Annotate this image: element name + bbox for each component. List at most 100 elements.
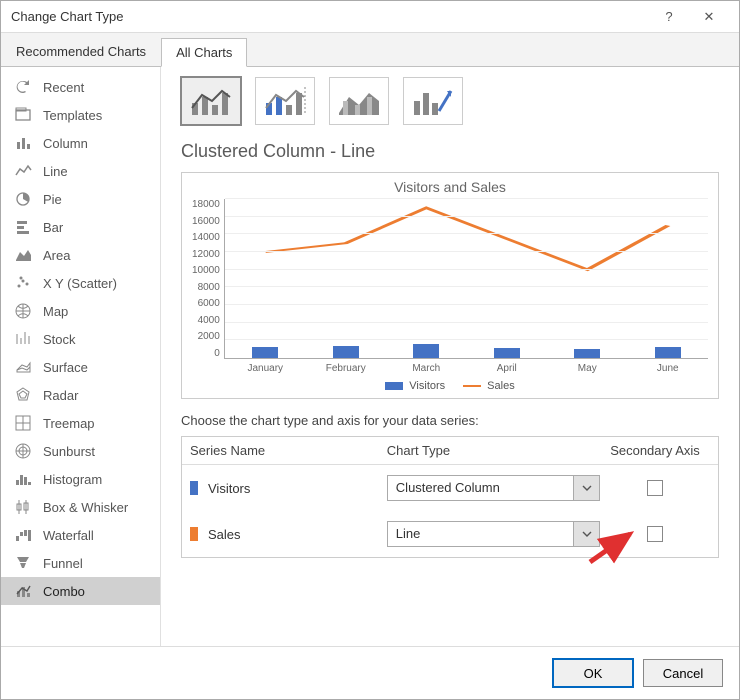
sidebar-item-waterfall[interactable]: Waterfall	[1, 521, 160, 549]
waterfall-icon	[13, 526, 33, 544]
sidebar-item-area[interactable]: Area	[1, 241, 160, 269]
sidebar-item-sunburst[interactable]: Sunburst	[1, 437, 160, 465]
series-header: Series Name Chart Type Secondary Axis	[182, 437, 718, 465]
sidebar-item-box-whisker[interactable]: Box & Whisker	[1, 493, 160, 521]
sidebar-item-label: Treemap	[43, 416, 95, 431]
treemap-icon	[13, 414, 33, 432]
sidebar-item-label: Box & Whisker	[43, 500, 128, 515]
secondary-axis-checkbox-sales[interactable]	[647, 526, 663, 542]
chart-type-select-visitors[interactable]: Clustered Column	[387, 475, 600, 501]
secondary-axis-checkbox-visitors[interactable]	[647, 480, 663, 496]
sidebar-item-label: Area	[43, 248, 70, 263]
series-row-sales: Sales Line	[182, 511, 718, 557]
chart-title: Visitors and Sales	[192, 179, 708, 195]
sidebar-item-label: Sunburst	[43, 444, 95, 459]
title-bar: Change Chart Type ? ✕	[1, 1, 739, 33]
box-whisker-icon	[13, 498, 33, 516]
sunburst-icon	[13, 442, 33, 460]
sidebar-item-templates[interactable]: Templates	[1, 101, 160, 129]
subtype-clustered-column-line-secondary[interactable]	[255, 77, 315, 125]
series-color-swatch	[190, 481, 198, 495]
sidebar-item-surface[interactable]: Surface	[1, 353, 160, 381]
histogram-icon	[13, 470, 33, 488]
legend-sales: Sales	[463, 380, 515, 392]
pie-icon	[13, 190, 33, 208]
sidebar-item-line[interactable]: Line	[1, 157, 160, 185]
sidebar-item-label: Templates	[43, 108, 102, 123]
recent-icon	[13, 78, 33, 96]
cancel-button[interactable]: Cancel	[643, 659, 723, 687]
sidebar-item-histogram[interactable]: Histogram	[1, 465, 160, 493]
series-instructions: Choose the chart type and axis for your …	[181, 413, 719, 428]
combo-icon	[13, 582, 33, 600]
tab-strip: Recommended Charts All Charts	[1, 33, 739, 67]
select-value: Clustered Column	[388, 476, 573, 500]
sidebar-item-label: Combo	[43, 584, 85, 599]
subtype-stacked-area-column[interactable]	[329, 77, 389, 125]
x-axis-labels: JanuaryFebruaryMarchAprilMayJune	[225, 359, 708, 374]
x-y-scatter--icon	[13, 274, 33, 292]
series-color-swatch	[190, 527, 198, 541]
sidebar-item-label: Bar	[43, 220, 63, 235]
chart-preview: Visitors and Sales 180001600014000120001…	[181, 172, 719, 399]
dialog-footer: OK Cancel	[1, 646, 739, 699]
ok-button[interactable]: OK	[553, 659, 633, 687]
chart-type-select-sales[interactable]: Line	[387, 521, 600, 547]
sidebar-item-label: Funnel	[43, 556, 83, 571]
chart-legend: Visitors Sales	[192, 380, 708, 392]
sidebar-item-label: Histogram	[43, 472, 102, 487]
subtype-row	[181, 77, 719, 125]
square-icon	[385, 382, 403, 390]
sidebar-item-label: Stock	[43, 332, 76, 347]
series-table: Series Name Chart Type Secondary Axis Vi…	[181, 436, 719, 558]
line-icon	[13, 162, 33, 180]
column-icon	[13, 134, 33, 152]
close-button[interactable]: ✕	[689, 2, 729, 32]
sidebar-item-column[interactable]: Column	[1, 129, 160, 157]
sidebar-chart-types: Recent Templates Column Line Pie Bar Area X Y (…	[1, 67, 161, 646]
chevron-down-icon[interactable]	[573, 476, 599, 500]
bar-icon	[13, 218, 33, 236]
sidebar-item-stock[interactable]: Stock	[1, 325, 160, 353]
area-icon	[13, 246, 33, 264]
select-value: Line	[388, 522, 573, 546]
sidebar-item-combo[interactable]: Combo	[1, 577, 160, 605]
sidebar-item-label: Map	[43, 304, 68, 319]
tab-recommended-charts[interactable]: Recommended Charts	[1, 37, 161, 66]
sidebar-item-bar[interactable]: Bar	[1, 213, 160, 241]
sidebar-item-x-y-scatter-[interactable]: X Y (Scatter)	[1, 269, 160, 297]
line-icon	[463, 385, 481, 387]
sidebar-item-label: X Y (Scatter)	[43, 276, 117, 291]
help-button[interactable]: ?	[649, 2, 689, 32]
sidebar-item-label: Surface	[43, 360, 88, 375]
stock-icon	[13, 330, 33, 348]
chevron-down-icon[interactable]	[573, 522, 599, 546]
sidebar-item-treemap[interactable]: Treemap	[1, 409, 160, 437]
series-name: Sales	[208, 527, 241, 542]
tab-all-charts[interactable]: All Charts	[161, 38, 247, 67]
subtype-title: Clustered Column - Line	[181, 141, 719, 162]
surface-icon	[13, 358, 33, 376]
radar-icon	[13, 386, 33, 404]
sidebar-item-radar[interactable]: Radar	[1, 381, 160, 409]
y-axis-labels: 1800016000140001200010000800060004000200…	[192, 199, 224, 359]
sidebar-item-map[interactable]: Map	[1, 297, 160, 325]
sidebar-item-funnel[interactable]: Funnel	[1, 549, 160, 577]
content-pane: Clustered Column - Line Visitors and Sal…	[161, 67, 739, 646]
dialog-change-chart-type: Change Chart Type ? ✕ Recommended Charts…	[0, 0, 740, 700]
subtype-clustered-column-line[interactable]	[181, 77, 241, 125]
legend-visitors: Visitors	[385, 380, 445, 392]
sidebar-item-recent[interactable]: Recent	[1, 73, 160, 101]
sidebar-item-label: Pie	[43, 192, 62, 207]
sidebar-item-label: Waterfall	[43, 528, 94, 543]
sidebar-item-label: Recent	[43, 80, 84, 95]
templates-icon	[13, 106, 33, 124]
sidebar-item-pie[interactable]: Pie	[1, 185, 160, 213]
window-title: Change Chart Type	[11, 9, 649, 24]
series-name: Visitors	[208, 481, 250, 496]
series-row-visitors: Visitors Clustered Column	[182, 465, 718, 511]
sidebar-item-label: Line	[43, 164, 68, 179]
plot-area	[224, 199, 708, 359]
subtype-custom-combo[interactable]	[403, 77, 463, 125]
map-icon	[13, 302, 33, 320]
